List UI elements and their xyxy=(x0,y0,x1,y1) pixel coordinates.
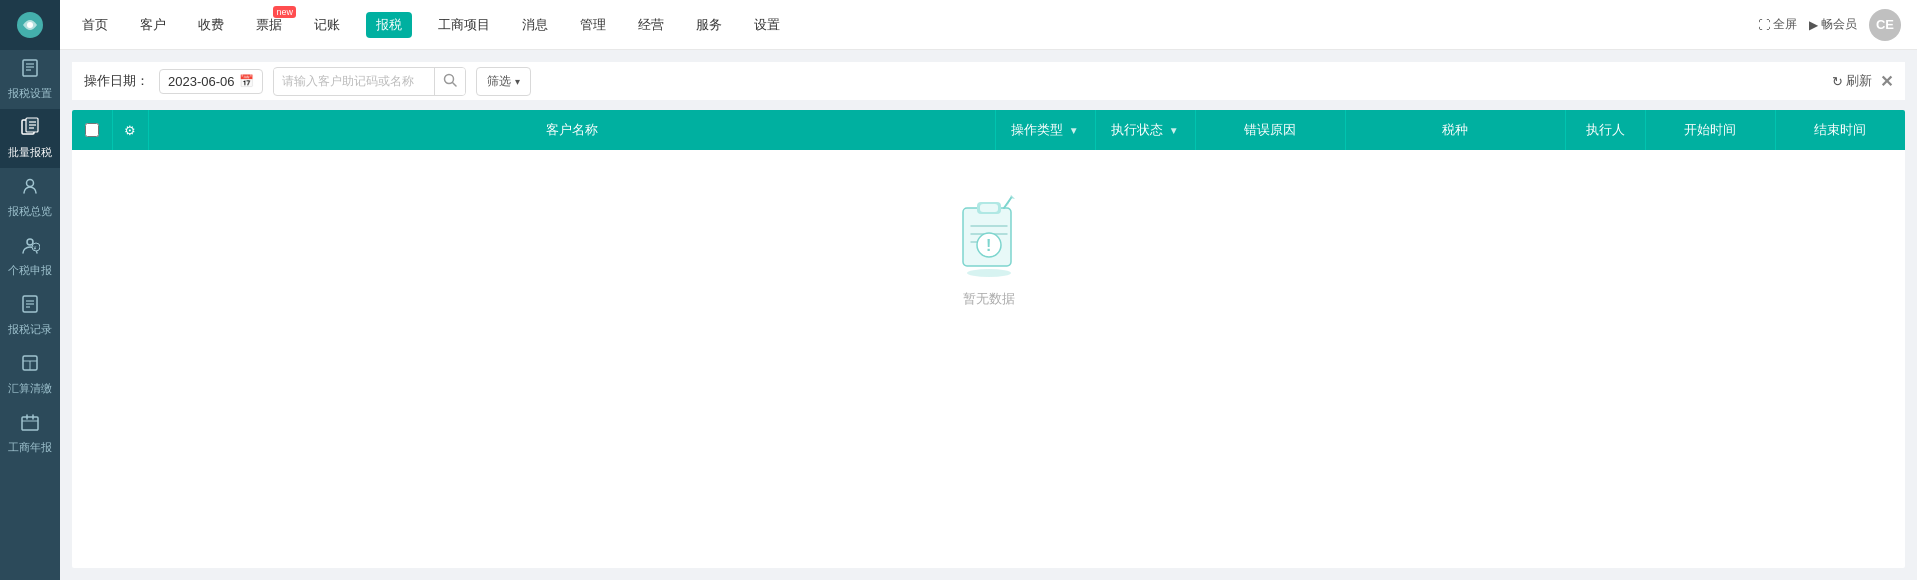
calendar-icon: 📅 xyxy=(239,74,254,88)
column-customer: 客户名称 xyxy=(148,110,995,150)
sidebar-item-label: 工商年报 xyxy=(8,440,52,455)
svg-rect-31 xyxy=(980,204,998,212)
column-taxtype: 税种 xyxy=(1345,110,1565,150)
column-status: 执行状态 ▼ xyxy=(1095,110,1195,150)
jilu-icon xyxy=(20,294,40,319)
column-optype: 操作类型 ▼ xyxy=(995,110,1095,150)
table-header: ⚙ 客户名称 操作类型 ▼ 执行状态 ▼ xyxy=(72,110,1905,150)
fullscreen-button[interactable]: ⛶ 全屏 xyxy=(1758,16,1797,33)
data-table: ⚙ 客户名称 操作类型 ▼ 执行状态 ▼ xyxy=(72,110,1905,328)
search-icon xyxy=(443,73,457,87)
data-table-container: ⚙ 客户名称 操作类型 ▼ 执行状态 ▼ xyxy=(72,110,1905,568)
svg-text:!: ! xyxy=(986,237,991,254)
svg-rect-2 xyxy=(23,60,37,76)
nav-invoice[interactable]: 票据 new xyxy=(250,12,288,38)
nav-bookkeeping[interactable]: 记账 xyxy=(308,12,346,38)
topnav-right: ⛶ 全屏 ▶ 畅会员 CE xyxy=(1758,9,1901,41)
sidebar: 报税设置 批量报税 报税总览 xyxy=(0,0,60,580)
column-check xyxy=(72,110,112,150)
sidebar-item-label: 报税设置 xyxy=(8,86,52,101)
search-input[interactable] xyxy=(274,69,434,93)
piliang-icon xyxy=(20,117,40,142)
refresh-icon: ↻ xyxy=(1832,74,1843,89)
date-picker[interactable]: 2023-06-06 📅 xyxy=(159,69,263,94)
nav-tax[interactable]: 报税 xyxy=(366,12,412,38)
svg-point-11 xyxy=(27,180,34,187)
member-button[interactable]: ▶ 畅会员 xyxy=(1809,16,1857,33)
app-logo xyxy=(0,0,60,50)
top-navigation: 首页 客户 收费 票据 new 记账 报税 工商项目 消息 管理 经营 服务 设… xyxy=(60,0,1917,50)
sidebar-item-zonglan[interactable]: 报税总览 xyxy=(0,168,60,227)
date-value: 2023-06-06 xyxy=(168,74,235,89)
nav-home[interactable]: 首页 xyxy=(76,12,114,38)
column-starttime: 开始时间 xyxy=(1645,110,1775,150)
empty-illustration: ! xyxy=(949,190,1029,280)
svg-rect-22 xyxy=(22,417,38,430)
column-endtime: 结束时间 xyxy=(1775,110,1905,150)
sidebar-item-huisuan[interactable]: 汇算清缴 xyxy=(0,345,60,404)
sidebar-item-baoshuishezhi[interactable]: 报税设置 xyxy=(0,50,60,109)
search-container xyxy=(273,67,466,96)
refresh-button[interactable]: ↻ 刷新 xyxy=(1832,72,1872,90)
sidebar-item-geshui[interactable]: ¥ 个税申报 xyxy=(0,227,60,286)
geshui-icon: ¥ xyxy=(20,235,40,260)
table-body: ! 暂无数据 xyxy=(72,150,1905,328)
empty-text: 暂无数据 xyxy=(963,290,1015,308)
baoshuishezhi-icon xyxy=(20,58,40,83)
sidebar-item-label: 批量报税 xyxy=(8,145,52,160)
column-executor: 执行人 xyxy=(1565,110,1645,150)
sidebar-item-label: 汇算清缴 xyxy=(8,381,52,396)
sort-status-icon[interactable]: ▼ xyxy=(1169,125,1179,136)
zonglan-icon xyxy=(20,176,40,201)
sidebar-item-label: 报税记录 xyxy=(8,322,52,337)
nav-message[interactable]: 消息 xyxy=(516,12,554,38)
svg-line-27 xyxy=(452,82,456,86)
empty-state: ! 暂无数据 xyxy=(72,150,1905,328)
sidebar-item-jilu[interactable]: 报税记录 xyxy=(0,286,60,345)
sidebar-item-piliang[interactable]: 批量报税 xyxy=(0,109,60,168)
svg-point-1 xyxy=(27,22,33,28)
sidebar-item-label: 个税申报 xyxy=(8,263,52,278)
nav-settings[interactable]: 设置 xyxy=(748,12,786,38)
chevron-down-icon: ▾ xyxy=(515,76,520,87)
select-all-checkbox[interactable] xyxy=(85,123,99,137)
toolbar: 操作日期： 2023-06-06 📅 筛选 ▾ xyxy=(72,62,1905,100)
video-icon: ▶ xyxy=(1809,18,1818,32)
date-label: 操作日期： xyxy=(72,62,149,100)
sort-optype-icon[interactable]: ▼ xyxy=(1069,125,1079,136)
filter-label: 筛选 xyxy=(487,73,511,90)
filter-button[interactable]: 筛选 ▾ xyxy=(476,67,531,96)
search-button[interactable] xyxy=(434,68,465,95)
nav-business[interactable]: 经营 xyxy=(632,12,670,38)
avatar[interactable]: CE xyxy=(1869,9,1901,41)
column-gear: ⚙ xyxy=(112,110,148,150)
main-area: 首页 客户 收费 票据 new 记账 报税 工商项目 消息 管理 经营 服务 设… xyxy=(60,0,1917,580)
close-button[interactable]: ✕ xyxy=(1880,72,1893,91)
gongshangnian-icon xyxy=(20,412,40,437)
sidebar-item-label: 报税总览 xyxy=(8,204,52,219)
nav-customer[interactable]: 客户 xyxy=(134,12,172,38)
page-container: 操作日期： 2023-06-06 📅 筛选 ▾ xyxy=(60,50,1917,580)
toolbar-right-actions: ↻ 刷新 ✕ xyxy=(1832,72,1905,91)
content-area: 操作日期： 2023-06-06 📅 筛选 ▾ xyxy=(60,50,1917,580)
nav-industry[interactable]: 工商项目 xyxy=(432,12,496,38)
huisuan-icon xyxy=(20,353,40,378)
svg-point-28 xyxy=(967,269,1011,277)
nav-fee[interactable]: 收费 xyxy=(192,12,230,38)
svg-text:¥: ¥ xyxy=(34,245,37,251)
fullscreen-icon: ⛶ xyxy=(1758,18,1770,32)
column-reason: 错误原因 xyxy=(1195,110,1345,150)
nav-management[interactable]: 管理 xyxy=(574,12,612,38)
gear-icon[interactable]: ⚙ xyxy=(124,123,136,138)
nav-service[interactable]: 服务 xyxy=(690,12,728,38)
svg-point-12 xyxy=(27,239,33,245)
new-badge: new xyxy=(273,6,296,18)
sidebar-item-gongshangnian[interactable]: 工商年报 xyxy=(0,404,60,463)
